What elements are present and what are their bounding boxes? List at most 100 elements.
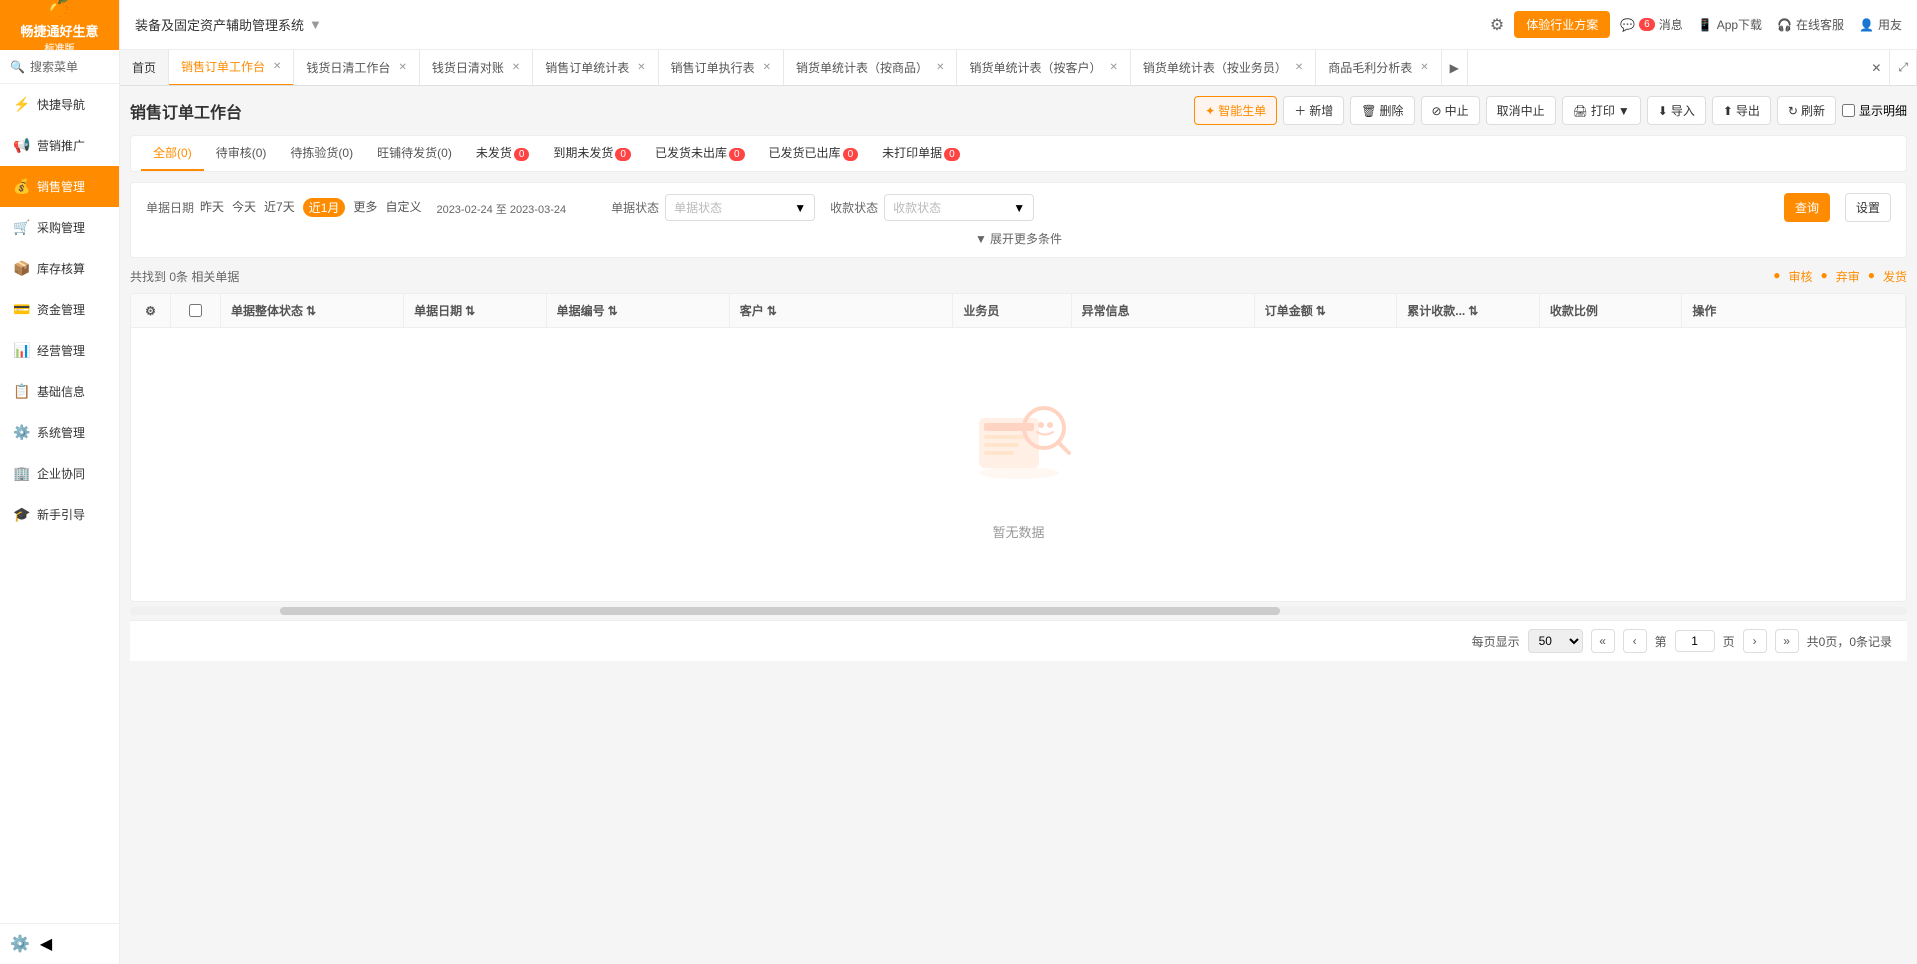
sidebar-item-search[interactable]: 🔍 搜索菜单 (0, 50, 119, 84)
delete-btn[interactable]: 🗑 删除 (1350, 96, 1414, 125)
tab-cash-daily[interactable]: 钱货日清工作台 ✕ (294, 50, 419, 86)
filter-tab-wangpu[interactable]: 旺铺待发货(0) (365, 136, 464, 171)
tab-cash-reconcile-close[interactable]: ✕ (512, 62, 520, 73)
review-action-btn[interactable]: 审核 (1788, 268, 1812, 285)
tab-margin-close[interactable]: ✕ (1420, 62, 1428, 73)
select-all-checkbox[interactable] (189, 304, 202, 317)
today-btn[interactable]: 今天 (232, 198, 256, 217)
settings-gear-icon[interactable]: ⚙ (1490, 15, 1504, 35)
print-btn[interactable]: 🖨 打印 ▼ (1562, 96, 1641, 125)
filter-tab-all[interactable]: 全部(0) (141, 136, 204, 171)
custom-date-btn[interactable]: 自定义 (385, 198, 421, 217)
tab-cash-daily-close[interactable]: ✕ (398, 62, 406, 73)
tab-sales-order[interactable]: 销售订单工作台 ✕ (169, 50, 294, 86)
tab-sales-by-product[interactable]: 销货单统计表（按商品） ✕ (784, 50, 957, 86)
sort-amount-icon[interactable]: ⇅ (1316, 304, 1326, 318)
dropdown-icon[interactable]: ▼ (309, 17, 322, 32)
show-detail-input[interactable] (1842, 104, 1855, 117)
column-settings-icon[interactable]: ⚙ (145, 304, 156, 318)
unreview-action-btn[interactable]: 弃审 (1836, 268, 1860, 285)
filter-tab-expired[interactable]: 到期未发货0 (541, 136, 643, 171)
export-btn[interactable]: ⬆ 导出 (1712, 96, 1771, 125)
per-page-select[interactable]: 50 10 20 100 (1528, 629, 1583, 653)
import-btn[interactable]: ⬇ 导入 (1647, 96, 1706, 125)
filter-tab-not-printed[interactable]: 未打印单据0 (870, 136, 972, 171)
scrollbar-thumb[interactable] (280, 607, 1280, 615)
show-detail-checkbox[interactable]: 显示明细 (1842, 102, 1907, 119)
app-download-btn[interactable]: 📱 App下载 (1698, 16, 1762, 33)
next-page-btn[interactable]: › (1743, 629, 1767, 653)
stop-icon: ⊘ (1432, 104, 1442, 118)
more-date-btn[interactable]: 更多 (353, 198, 377, 217)
tab-sales-exec-close[interactable]: ✕ (763, 62, 771, 73)
tab-sales-exec[interactable]: 销售订单执行表 ✕ (659, 50, 784, 86)
stop-btn[interactable]: ⊘ 中止 (1421, 96, 1480, 125)
sort-collected-icon[interactable]: ⇅ (1468, 304, 1478, 318)
tab-maximize-btn[interactable]: ⤢ (1890, 50, 1917, 86)
add-btn[interactable]: ＋ 新增 (1283, 96, 1344, 125)
last-page-btn[interactable]: » (1775, 629, 1799, 653)
ai-generate-btn[interactable]: ✦ 智能生单 (1194, 96, 1277, 125)
online-service-btn[interactable]: 🎧 在线客服 (1777, 16, 1844, 33)
sidebar-item-sales[interactable]: 💰 销售管理 (0, 166, 119, 207)
settings-icon[interactable]: ⚙️ (10, 934, 30, 954)
sidebar-item-purchase[interactable]: 🛒 采购管理 (0, 207, 119, 248)
horizontal-scrollbar[interactable] (130, 607, 1907, 615)
logo: 🍊 畅捷通好生意 标准版 (0, 0, 119, 50)
last7-btn[interactable]: 近7天 (264, 198, 295, 217)
th-checkbox[interactable] (171, 294, 221, 327)
sort-status-icon[interactable]: ⇅ (306, 304, 316, 318)
ship-action-btn[interactable]: 发货 (1883, 268, 1907, 285)
sidebar-item-guide[interactable]: 🎓 新手引导 (0, 494, 119, 535)
yesterday-btn[interactable]: 昨天 (200, 198, 224, 217)
prev-page-btn[interactable]: ‹ (1623, 629, 1647, 653)
tab-sales-stats[interactable]: 销售订单统计表 ✕ (533, 50, 658, 86)
tab-by-product-close[interactable]: ✕ (936, 62, 944, 73)
tab-sales-by-customer[interactable]: 销货单统计表（按客户） ✕ (957, 50, 1130, 86)
sidebar-item-marketing[interactable]: 📢 营销推广 (0, 125, 119, 166)
collapse-icon[interactable]: ◀ (40, 934, 52, 954)
status-select[interactable]: 单据状态 ▼ (665, 194, 815, 221)
tab-sales-stats-close[interactable]: ✕ (637, 62, 645, 73)
first-page-btn[interactable]: « (1591, 629, 1615, 653)
tab-home-label: 首页 (132, 59, 156, 76)
sort-date-icon[interactable]: ⇅ (465, 304, 475, 318)
sort-customer-icon[interactable]: ⇅ (767, 304, 777, 318)
filter-tab-not-shipped[interactable]: 未发货0 (464, 136, 542, 171)
filter-tab-pending-review[interactable]: 待审核(0) (204, 136, 279, 171)
sidebar-item-operations[interactable]: 📊 经营管理 (0, 330, 119, 371)
expand-conditions-btn[interactable]: ▼ 展开更多条件 (975, 230, 1062, 247)
filter-tab-pending-inspect[interactable]: 待拣验货(0) (278, 136, 365, 171)
sidebar-item-system[interactable]: ⚙️ 系统管理 (0, 412, 119, 453)
settings-btn[interactable]: 设置 (1845, 193, 1891, 222)
sidebar-item-quick-nav[interactable]: ⚡ 快捷导航 (0, 84, 119, 125)
refresh-btn[interactable]: ↻ 刷新 (1777, 96, 1836, 125)
query-btn[interactable]: 查询 (1784, 193, 1830, 222)
tab-cash-reconcile[interactable]: 钱货日清对账 ✕ (420, 50, 533, 86)
th-settings[interactable]: ⚙ (131, 294, 171, 327)
tab-overflow-btn[interactable]: ▶ (1442, 50, 1468, 86)
sidebar-item-base-info[interactable]: 📋 基础信息 (0, 371, 119, 412)
filter-tab-shipped-not-out[interactable]: 已发货未出库0 (643, 136, 757, 171)
user-btn[interactable]: 👤 用友 (1859, 16, 1902, 33)
filter-tab-shipped-out[interactable]: 已发货已出库0 (757, 136, 871, 171)
page-number-input[interactable] (1675, 630, 1715, 652)
tab-home[interactable]: 首页 (120, 50, 169, 86)
cancel-stop-btn[interactable]: 取消中止 (1486, 96, 1556, 125)
enterprise-icon: 🏢 (13, 465, 29, 482)
tab-by-customer-close[interactable]: ✕ (1109, 62, 1117, 73)
tab-by-staff-close[interactable]: ✕ (1295, 62, 1303, 73)
last-month-btn[interactable]: 近1月 (303, 198, 346, 217)
tab-sales-by-staff[interactable]: 销货单统计表（按业务员） ✕ (1131, 50, 1316, 86)
message-btn[interactable]: 💬 6 消息 (1620, 16, 1683, 33)
sidebar-item-enterprise[interactable]: 🏢 企业协同 (0, 453, 119, 494)
payment-select[interactable]: 收款状态 ▼ (884, 194, 1034, 221)
tab-product-margin[interactable]: 商品毛利分析表 ✕ (1316, 50, 1441, 86)
tab-sales-order-close[interactable]: ✕ (273, 61, 281, 72)
industry-btn[interactable]: 体验行业方案 (1514, 11, 1610, 38)
sidebar-item-inventory[interactable]: 📦 库存核算 (0, 248, 119, 289)
tab-close-all-btn[interactable]: ✕ (1863, 50, 1890, 86)
sort-number-icon[interactable]: ⇅ (608, 304, 618, 318)
sidebar-item-finance[interactable]: 💳 资金管理 (0, 289, 119, 330)
payment-dropdown-icon: ▼ (1013, 201, 1025, 215)
